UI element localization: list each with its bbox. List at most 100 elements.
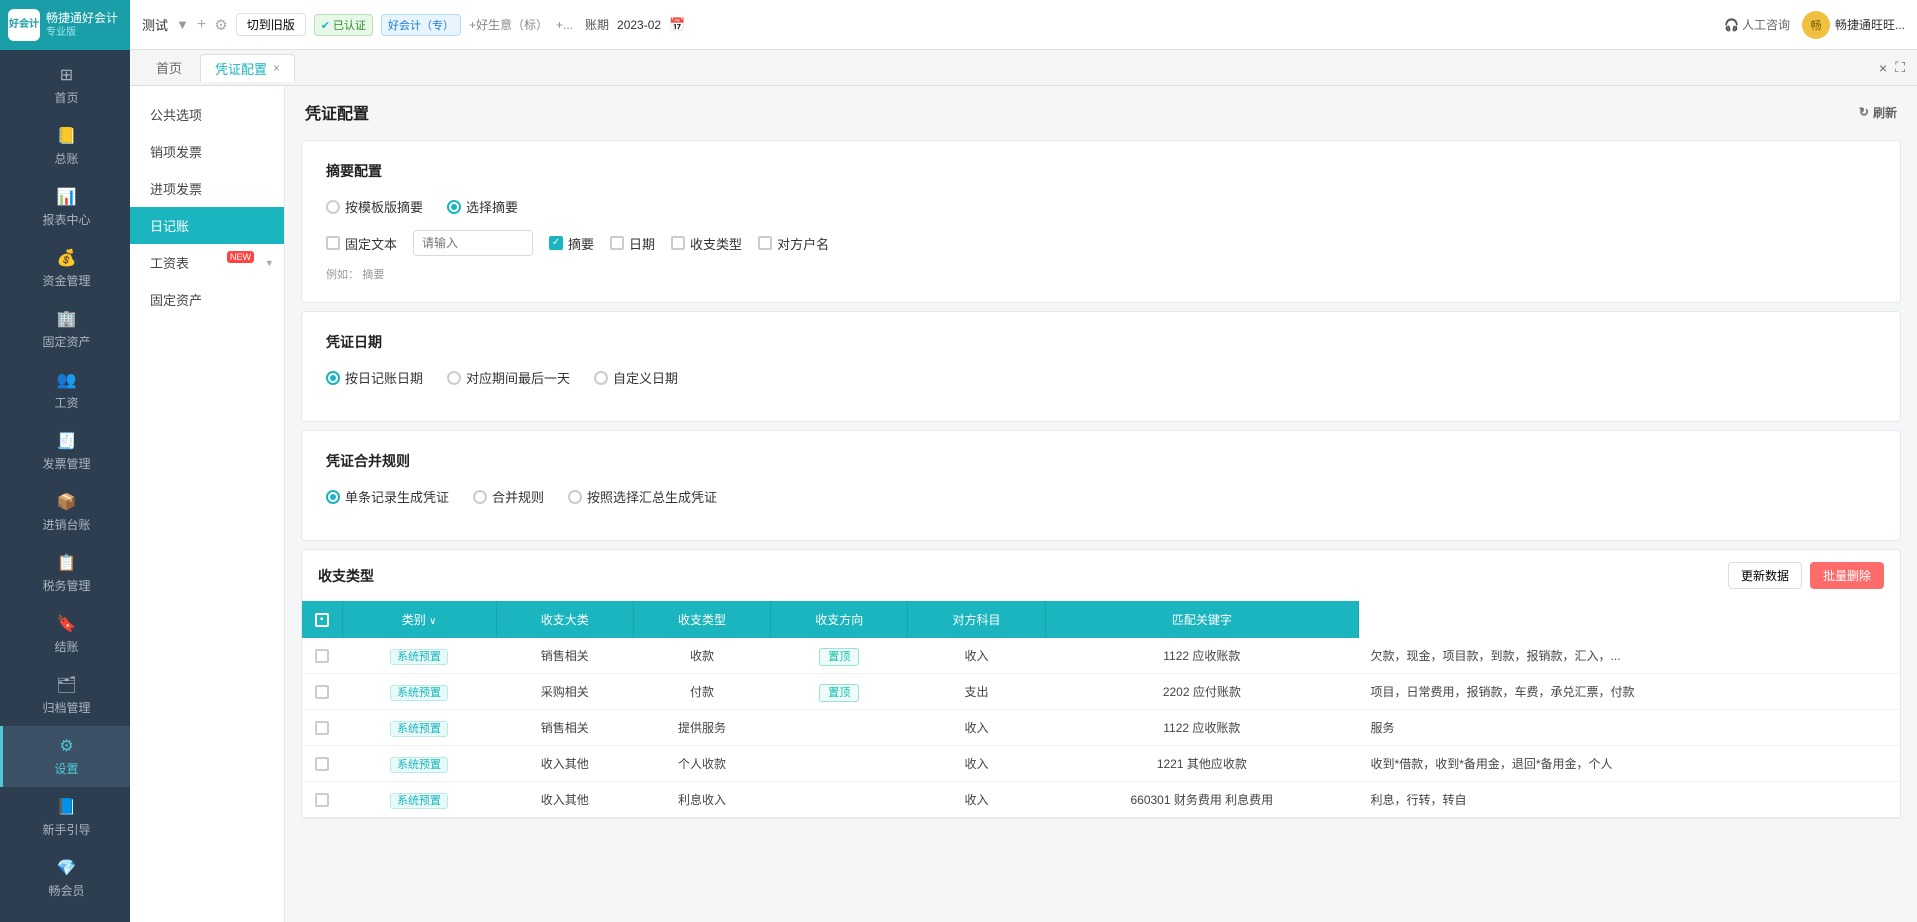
row2-checkbox[interactable] — [302, 674, 342, 710]
radio-single-record[interactable]: 单条记录生成凭证 — [326, 487, 449, 506]
sidebar-item-purchase-sales[interactable]: 📦 进销台账 — [0, 482, 130, 543]
merge-radio-group: 单条记录生成凭证 合并规则 按照选择汇总生成凭证 — [326, 487, 1876, 506]
funds-icon: 💰 — [57, 248, 77, 268]
sidebar-item-closing[interactable]: 🔖 结账 — [0, 604, 130, 665]
refresh-btn[interactable]: ↻ 刷新 — [1859, 104, 1897, 121]
sidebar-item-home[interactable]: ⊞ 首页 — [0, 55, 130, 116]
update-data-btn[interactable]: 更新数据 — [1728, 562, 1802, 589]
calendar-icon[interactable]: 📅 — [669, 17, 685, 33]
example-text: 例如： 摘要 — [326, 266, 1876, 282]
row4-subject: 1221 其他应收款 — [1045, 746, 1358, 782]
new-badge: NEW — [227, 251, 254, 263]
radio-custom-date[interactable]: 自定义日期 — [594, 368, 678, 387]
archive-icon: 🗂 — [56, 675, 76, 695]
config-header: 凭证配置 ↻ 刷新 — [285, 86, 1917, 132]
radio-date-circle3 — [594, 371, 608, 385]
sidebar-item-member[interactable]: 💎 畅会员 — [0, 848, 130, 909]
checkbox-summary[interactable]: 摘要 — [549, 234, 594, 253]
tab-home[interactable]: 首页 — [142, 54, 196, 81]
table-header-checkbox[interactable]: ▪ — [302, 601, 342, 638]
left-panel-item-payroll[interactable]: 工资表 NEW ▾ — [130, 244, 284, 281]
summary-config-title: 摘要配置 — [326, 161, 1876, 181]
tag-extra: +... — [556, 18, 573, 32]
fixed-assets-icon: 🏢 — [57, 309, 77, 329]
row5-checkbox[interactable] — [302, 782, 342, 818]
sidebar-item-tax[interactable]: 📋 税务管理 — [0, 543, 130, 604]
summary-config-section: 摘要配置 按模板版摘要 选择摘要 固定文本 — [301, 140, 1901, 303]
closing-icon: 🔖 — [57, 614, 77, 634]
sidebar-item-ledger[interactable]: 📒 总账 — [0, 116, 130, 177]
radio-merge-rule[interactable]: 合并规则 — [473, 487, 544, 506]
radio-select-summary[interactable]: 选择摘要 — [447, 197, 518, 216]
checkbox-box4 — [671, 236, 685, 250]
headset-icon: 🎧 — [1724, 18, 1739, 32]
fixed-text-input[interactable] — [413, 230, 533, 256]
reset-btn-1[interactable]: 置顶 — [819, 648, 859, 666]
sort-icon[interactable]: ∨ — [429, 616, 436, 627]
sidebar-item-reports[interactable]: 📊 报表中心 — [0, 177, 130, 238]
left-panel-item-diary[interactable]: 日记账 — [130, 207, 284, 244]
row4-no-reset — [771, 746, 908, 782]
left-panel-item-fixed-assets2[interactable]: 固定资产 — [130, 281, 284, 318]
product-tag1: 好会计（专） — [381, 14, 461, 36]
select-all-checkbox[interactable]: ▪ — [315, 613, 329, 627]
checkbox-fixed-text[interactable]: 固定文本 — [326, 234, 397, 253]
table-actions: 更新数据 批量删除 — [1728, 562, 1884, 589]
left-panel-item-purchase-invoice[interactable]: 进项发票 — [130, 170, 284, 207]
purchase-sales-icon: 📦 — [57, 492, 77, 512]
checkbox-counterpart[interactable]: 对方户名 — [758, 234, 829, 253]
radio-template-summary[interactable]: 按模板版摘要 — [326, 197, 423, 216]
ledger-icon: 📒 — [57, 126, 77, 146]
user-menu[interactable]: 畅 畅捷通旺旺... — [1802, 11, 1905, 39]
window-close-btn[interactable]: × — [1879, 59, 1887, 76]
sidebar-item-invoices[interactable]: 🧾 发票管理 — [0, 421, 130, 482]
reset-btn-2[interactable]: 置顶 — [819, 684, 859, 702]
config-area: 凭证配置 ↻ 刷新 摘要配置 按模板版摘要 选择摘要 — [285, 86, 1917, 922]
salary-icon: 👥 — [57, 370, 77, 390]
sidebar-item-salary[interactable]: 👥 工资 — [0, 360, 130, 421]
checkbox-income-type[interactable]: 收支类型 — [671, 234, 742, 253]
row4-income-type: 个人收款 — [633, 746, 770, 782]
sidebar-item-funds[interactable]: 💰 资金管理 — [0, 238, 130, 299]
tab-close-icon[interactable]: × — [273, 61, 280, 75]
row4-keywords: 收到*借款，收到*备用金，退回*备用金，个人 — [1359, 746, 1900, 782]
radio-period-last-day[interactable]: 对应期间最后一天 — [447, 368, 570, 387]
radio-diary-date[interactable]: 按日记账日期 — [326, 368, 423, 387]
summary-radio-group: 按模板版摘要 选择摘要 — [326, 197, 1876, 216]
tax-icon: 📋 — [57, 553, 77, 573]
radio-merge-circle2 — [473, 490, 487, 504]
topbar-gear-icon[interactable]: ⚙ — [214, 16, 227, 34]
chevron-down-icon: ▾ — [266, 256, 272, 269]
sidebar-item-settings[interactable]: ⚙ 设置 — [0, 726, 130, 787]
row1-keywords: 欠款，现金，项目款，到款，报销款，汇入，... — [1359, 638, 1900, 674]
row1-checkbox[interactable] — [302, 638, 342, 674]
topbar-add-icon[interactable]: + — [197, 16, 206, 34]
period-value: 2023-02 — [617, 18, 661, 32]
left-panel-item-public[interactable]: 公共选项 — [130, 96, 284, 133]
switch-old-btn[interactable]: 切到旧版 — [236, 13, 306, 36]
row1-category: 系统预置 — [342, 638, 496, 674]
row4-checkbox[interactable] — [302, 746, 342, 782]
window-expand-btn[interactable]: ⛶ — [1895, 59, 1905, 76]
checkbox-box2 — [549, 236, 563, 250]
sidebar-item-guide[interactable]: 📘 新手引导 — [0, 787, 130, 848]
sidebar-item-fixed-assets[interactable]: 🏢 固定资产 — [0, 299, 130, 360]
row2-keywords: 项目，日常费用，报销款，车费，承兑汇票，付款 — [1359, 674, 1900, 710]
support-btn[interactable]: 🎧 人工咨询 — [1724, 16, 1790, 33]
sidebar-item-archive[interactable]: 🗂 归档管理 — [0, 665, 130, 726]
row5-category: 系统预置 — [342, 782, 496, 818]
merge-rule-title: 凭证合并规则 — [326, 451, 1876, 471]
row3-checkbox[interactable] — [302, 710, 342, 746]
period-label: 账期 — [585, 16, 609, 33]
radio-select-summary-gen[interactable]: 按照选择汇总生成凭证 — [568, 487, 717, 506]
topbar-dropdown[interactable]: ▼ — [176, 17, 189, 32]
row5-no-reset — [771, 782, 908, 818]
tab-voucher-config[interactable]: 凭证配置 × — [200, 54, 295, 82]
left-panel-item-sales-invoice[interactable]: 销项发票 — [130, 133, 284, 170]
username: 畅捷通旺旺... — [1835, 16, 1905, 33]
row1-income-type: 收款 — [633, 638, 770, 674]
batch-delete-btn[interactable]: 批量删除 — [1810, 562, 1884, 589]
income-data-table: ▪ 类别 ∨ 收支大类 收支类型 收支方向 对方科目 匹配关键字 — [302, 601, 1900, 818]
checkbox-date[interactable]: 日期 — [610, 234, 655, 253]
sidebar: 好会计 畅捷通好会计 专业版 ⊞ 首页 📒 总账 📊 报表中心 💰 资金管理 🏢… — [0, 0, 130, 922]
